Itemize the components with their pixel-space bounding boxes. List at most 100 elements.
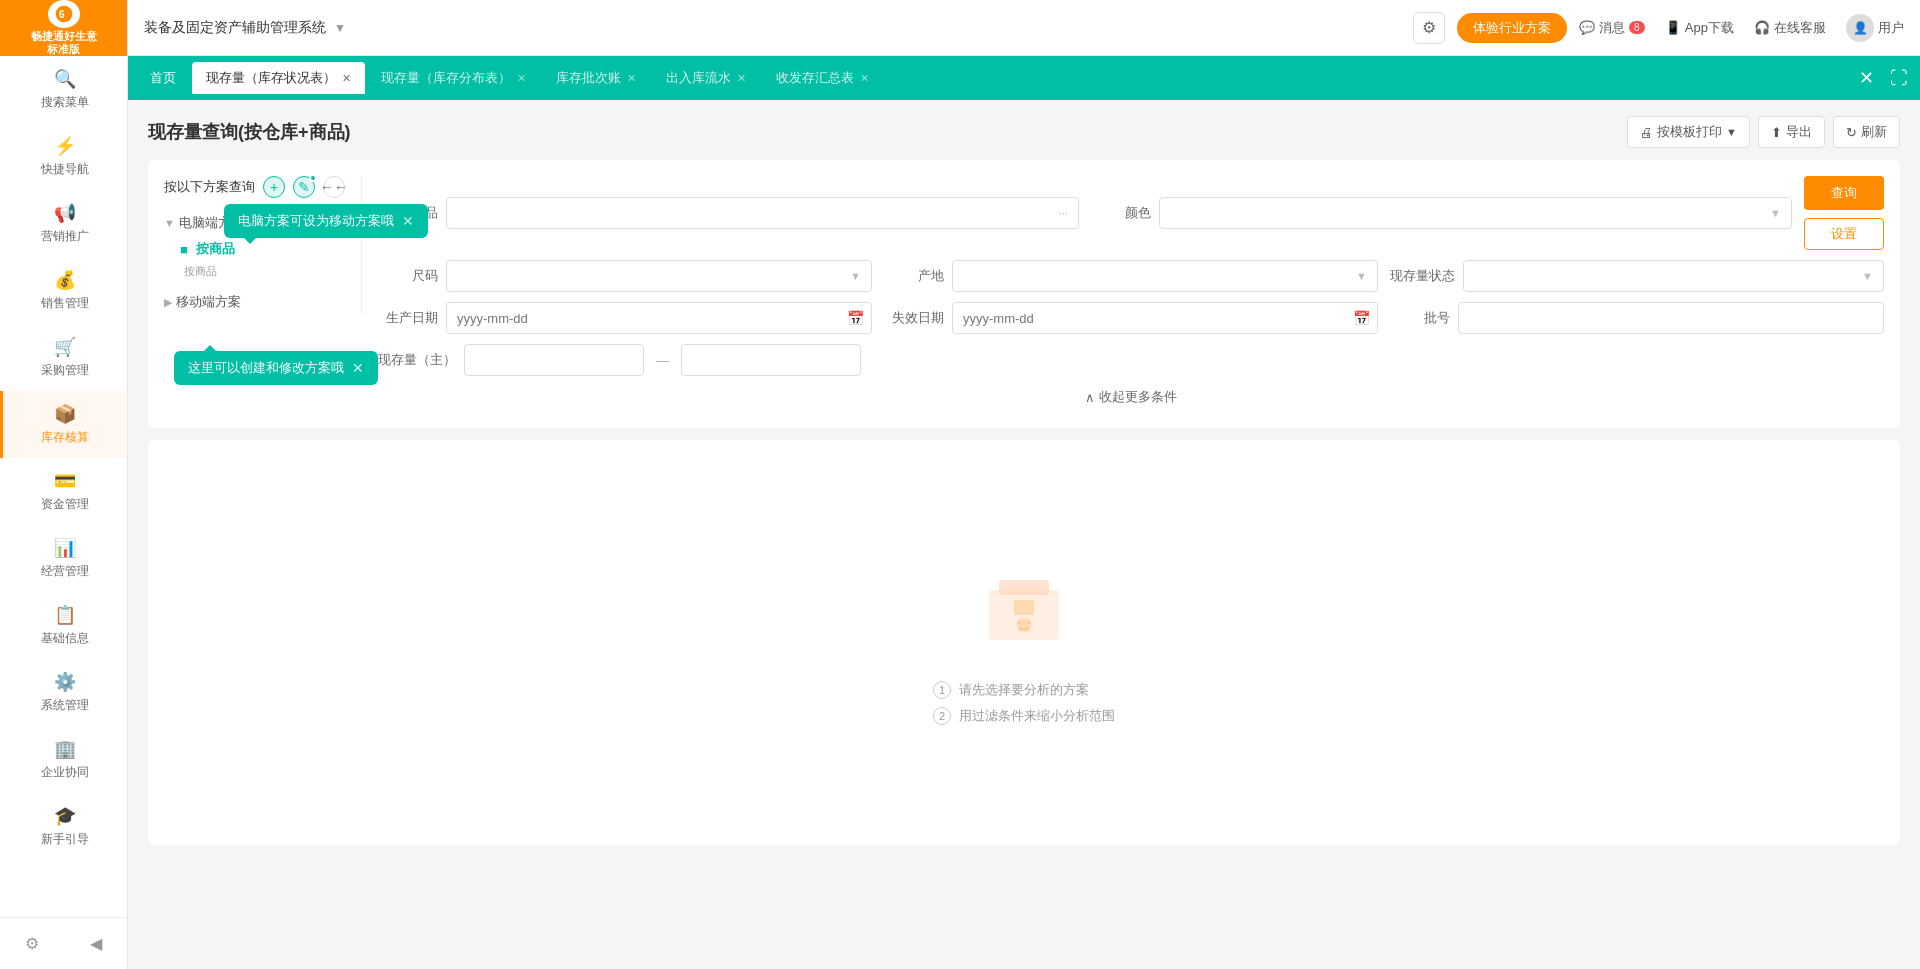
goods-select-dots: ··· xyxy=(1059,207,1068,219)
tab-inventory-dist[interactable]: 现存量（库存分布表） ✕ xyxy=(367,62,540,94)
dot-indicator xyxy=(309,174,317,182)
filter-group-expire-date: 失效日期 📅 xyxy=(884,302,1378,334)
filter-collapse-btn[interactable]: ∧ 收起更多条件 xyxy=(378,382,1884,412)
export-button[interactable]: ⬆ 导出 xyxy=(1758,116,1825,148)
reset-button[interactable]: 设置 xyxy=(1804,218,1884,250)
system-dropdown-arrow[interactable]: ▼ xyxy=(334,21,346,35)
service-icon: 🎧 xyxy=(1754,20,1770,35)
tab-collect[interactable]: 收发存汇总表 ✕ xyxy=(762,62,883,94)
size-select[interactable]: ▼ xyxy=(446,260,872,292)
tab-inventory-status[interactable]: 现存量（库存状况表） ✕ xyxy=(192,62,365,94)
add-scheme-btn[interactable]: + xyxy=(263,176,285,198)
tab-batch[interactable]: 库存批次账 ✕ xyxy=(542,62,650,94)
scheme-mobile[interactable]: ▶ 移动端方案 xyxy=(164,289,345,315)
tip-num-1: 1 xyxy=(933,681,951,699)
tip-num-2: 2 xyxy=(933,707,951,725)
filter-row-3: 生产日期 📅 失效日期 📅 xyxy=(378,302,1884,334)
sidebar-item-search[interactable]: 🔍 搜索菜单 xyxy=(0,56,127,123)
sidebar-item-marketing[interactable]: 📢 营销推广 xyxy=(0,190,127,257)
stock-qty-end-input[interactable] xyxy=(681,344,861,376)
logo-icon: 6 xyxy=(48,0,80,28)
tab-close-collect[interactable]: ✕ xyxy=(860,72,869,85)
svg-rect-4 xyxy=(1014,600,1034,615)
svg-point-8 xyxy=(1028,622,1031,625)
search-icon: 🔍 xyxy=(54,68,76,90)
expire-date-input[interactable] xyxy=(952,302,1378,334)
expire-date-calendar-icon: 📅 xyxy=(1353,310,1370,326)
svg-text:6: 6 xyxy=(59,9,65,20)
tooltip1-close[interactable]: ✕ xyxy=(402,213,414,229)
origin-select-arrow: ▼ xyxy=(1356,270,1367,282)
experience-button[interactable]: 体验行业方案 xyxy=(1457,13,1567,43)
stock-status-select[interactable]: ▼ xyxy=(1463,260,1884,292)
sidebar-item-quicknav[interactable]: ⚡ 快捷导航 xyxy=(0,123,127,190)
sidebar-item-guide[interactable]: 🎓 新手引导 xyxy=(0,793,127,860)
sidebar-item-finance[interactable]: 💳 资金管理 xyxy=(0,458,127,525)
filter-group-stock-qty: 现存量（主） — xyxy=(378,344,1884,376)
query-button[interactable]: 查询 xyxy=(1804,176,1884,210)
gear-button[interactable]: ⚙ xyxy=(1413,12,1445,44)
color-select-arrow: ▼ xyxy=(1770,207,1781,219)
filter-group-color: 颜色 ▼ xyxy=(1091,197,1792,229)
sidebar-item-inventory[interactable]: 📦 库存核算 xyxy=(0,391,127,458)
query-btn-group: 查询 设置 xyxy=(1804,176,1884,250)
refresh-button[interactable]: ↻ 刷新 xyxy=(1833,116,1900,148)
sidebar-bottom: ⚙ ◀ xyxy=(0,917,127,969)
sidebar-item-sales[interactable]: 💰 销售管理 xyxy=(0,257,127,324)
filter-fields: 商品 ··· 颜色 ▼ xyxy=(378,176,1884,412)
range-separator: — xyxy=(652,353,673,368)
tab-right-actions: ✕ ⛶ xyxy=(1855,63,1912,93)
tab-fullscreen-btn[interactable]: ⛶ xyxy=(1886,64,1912,93)
sidebar: 6 畅捷通好生意 标准版 🔍 搜索菜单 ⚡ 快捷导航 📢 营销推广 💰 销售管理… xyxy=(0,0,128,969)
goods-select[interactable]: ··· xyxy=(446,197,1079,229)
inventory-icon: 📦 xyxy=(54,403,76,425)
settings-bottom-btn[interactable]: ⚙ xyxy=(21,930,43,957)
logo-text: 畅捷通好生意 标准版 xyxy=(31,30,97,56)
print-button[interactable]: 🖨 按模板打印 ▼ xyxy=(1627,116,1750,148)
size-select-arrow: ▼ xyxy=(850,270,861,282)
header-right: 💬 消息 8 📱 App下载 🎧 在线客服 👤 用户 xyxy=(1579,14,1904,42)
filter-panel: 按以下方案查询 + ✎ ←← 电脑方案可设为移动方案哦 ✕ xyxy=(148,160,1900,428)
message-item[interactable]: 💬 消息 8 xyxy=(1579,19,1645,37)
tab-inout[interactable]: 出入库流水 ✕ xyxy=(652,62,760,94)
page-title: 现存量查询(按仓库+商品) xyxy=(148,120,351,144)
tab-close-all-btn[interactable]: ✕ xyxy=(1855,63,1878,93)
filter-row-4: 现存量（主） — xyxy=(378,344,1884,376)
origin-select[interactable]: ▼ xyxy=(952,260,1378,292)
stock-qty-start-input[interactable] xyxy=(464,344,644,376)
back-scheme-btn[interactable]: ←← xyxy=(323,176,345,198)
tab-close-batch[interactable]: ✕ xyxy=(627,72,636,85)
edit-scheme-btn[interactable]: ✎ xyxy=(293,176,315,198)
empty-tips: 1 请先选择要分析的方案 2 用过滤条件来缩小分析范围 xyxy=(933,681,1115,725)
tab-close-inventory-status[interactable]: ✕ xyxy=(342,72,351,85)
color-select[interactable]: ▼ xyxy=(1159,197,1792,229)
sidebar-item-basic[interactable]: 📋 基础信息 xyxy=(0,592,127,659)
sidebar-item-purchase[interactable]: 🛒 采购管理 xyxy=(0,324,127,391)
collapse-btn[interactable]: ◀ xyxy=(86,930,106,957)
tooltip2-close[interactable]: ✕ xyxy=(352,360,364,376)
batch-no-input[interactable] xyxy=(1458,302,1884,334)
app-download-item[interactable]: 📱 App下载 xyxy=(1665,19,1734,37)
user-item[interactable]: 👤 用户 xyxy=(1846,14,1904,42)
page-content: 现存量查询(按仓库+商品) 🖨 按模板打印 ▼ ⬆ 导出 ↻ 刷新 xyxy=(128,100,1920,969)
tooltip-scheme-mobile: 电脑方案可设为移动方案哦 ✕ xyxy=(224,204,428,238)
tab-home[interactable]: 首页 xyxy=(136,62,190,94)
filter-group-stock-status: 现存量状态 ▼ xyxy=(1390,260,1884,292)
tab-close-inventory-dist[interactable]: ✕ xyxy=(517,72,526,85)
page-actions: 🖨 按模板打印 ▼ ⬆ 导出 ↻ 刷新 xyxy=(1627,116,1900,148)
export-icon: ⬆ xyxy=(1771,125,1782,140)
online-service-item[interactable]: 🎧 在线客服 xyxy=(1754,19,1826,37)
tab-close-inout[interactable]: ✕ xyxy=(737,72,746,85)
top-header: 装备及固定资产辅助管理系统 ▼ ⚙ 体验行业方案 💬 消息 8 📱 App下载 … xyxy=(128,0,1920,56)
empty-tip-2: 2 用过滤条件来缩小分析范围 xyxy=(933,707,1115,725)
produce-date-input[interactable] xyxy=(446,302,872,334)
scheme-mobile-arrow: ▶ xyxy=(164,296,172,309)
empty-state: 1 请先选择要分析的方案 2 用过滤条件来缩小分析范围 xyxy=(148,480,1900,805)
sidebar-item-operation[interactable]: 📊 经营管理 xyxy=(0,525,127,592)
print-icon: 🖨 xyxy=(1640,125,1653,140)
sidebar-item-enterprise[interactable]: 🏢 企业协同 xyxy=(0,726,127,793)
print-dropdown-arrow: ▼ xyxy=(1726,126,1737,138)
system-icon: ⚙️ xyxy=(54,671,76,693)
sidebar-item-system[interactable]: ⚙️ 系统管理 xyxy=(0,659,127,726)
operation-icon: 📊 xyxy=(54,537,76,559)
